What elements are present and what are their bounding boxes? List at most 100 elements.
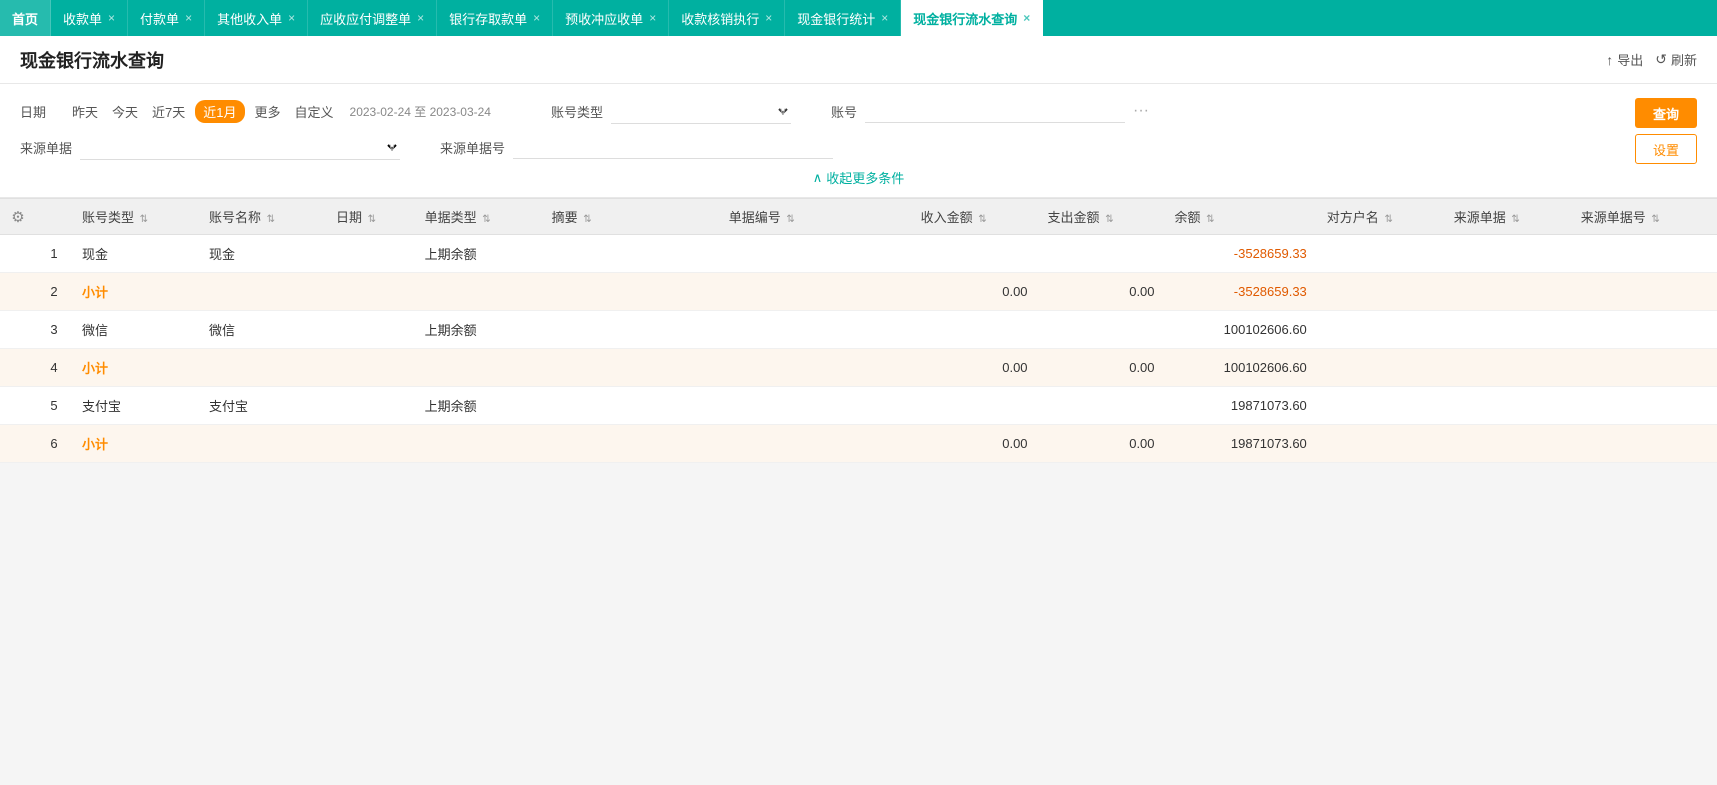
row-source-doc xyxy=(1444,235,1571,273)
row-settings xyxy=(0,387,36,425)
source-doc-select[interactable] xyxy=(80,134,400,160)
row-income xyxy=(911,387,1038,425)
col-account-name[interactable]: 账号名称 ⇅ xyxy=(199,199,326,235)
close-icon[interactable]: × xyxy=(417,11,424,25)
nav-item-payments[interactable]: 付款单 × xyxy=(128,0,205,36)
col-account-type[interactable]: 账号类型 ⇅ xyxy=(72,199,199,235)
query-button[interactable]: 查询 xyxy=(1635,98,1697,128)
nav-item-receivable-adj[interactable]: 应收应付调整单 × xyxy=(308,0,437,36)
page-header: 现金银行流水查询 ↑ 导出 ↺ 刷新 xyxy=(0,36,1717,84)
date-option-more[interactable]: 更多 xyxy=(251,100,285,123)
row-summary xyxy=(542,349,719,387)
row-account-name: 微信 xyxy=(199,311,326,349)
close-icon[interactable]: × xyxy=(288,11,295,25)
row-source-doc-no xyxy=(1571,311,1717,349)
date-option-yesterday[interactable]: 昨天 xyxy=(68,100,102,123)
row-doc-no xyxy=(719,273,911,311)
row-source-doc-no xyxy=(1571,425,1717,463)
close-icon[interactable]: × xyxy=(1023,11,1030,25)
nav-item-other-income[interactable]: 其他收入单 × xyxy=(205,0,308,36)
row-summary xyxy=(542,387,719,425)
row-summary xyxy=(542,425,719,463)
row-source-doc-no xyxy=(1571,349,1717,387)
row-doc-type: 上期余额 xyxy=(415,235,542,273)
row-counter-party xyxy=(1317,425,1444,463)
date-option-1month[interactable]: 近1月 xyxy=(195,100,244,123)
col-settings[interactable]: ⚙ xyxy=(0,199,36,235)
export-icon: ↑ xyxy=(1606,52,1613,68)
close-icon[interactable]: × xyxy=(533,11,540,25)
export-button[interactable]: ↑ 导出 xyxy=(1606,50,1643,69)
row-doc-type xyxy=(415,273,542,311)
row-account-type: 支付宝 xyxy=(72,387,199,425)
nav-item-bank-deposit[interactable]: 银行存取款单 × xyxy=(437,0,553,36)
table-header-row: ⚙ 账号类型 ⇅ 账号名称 ⇅ 日期 ⇅ 单据类型 ⇅ xyxy=(0,199,1717,235)
close-icon[interactable]: × xyxy=(765,11,772,25)
col-doc-no[interactable]: 单据编号 ⇅ xyxy=(719,199,911,235)
account-type-select[interactable] xyxy=(611,98,791,124)
col-source-doc-no[interactable]: 来源单据号 ⇅ xyxy=(1571,199,1717,235)
nav-item-bank-stats[interactable]: 现金银行统计 × xyxy=(785,0,901,36)
row-settings xyxy=(0,425,36,463)
row-date xyxy=(326,273,415,311)
nav-item-collect-exec[interactable]: 收款核销执行 × xyxy=(669,0,785,36)
row-date xyxy=(326,425,415,463)
source-doc-no-input[interactable] xyxy=(513,135,833,159)
sort-icon: ⇅ xyxy=(786,214,794,225)
col-counter-party[interactable]: 对方户名 ⇅ xyxy=(1317,199,1444,235)
close-icon[interactable]: × xyxy=(881,11,888,25)
close-icon[interactable]: × xyxy=(649,11,656,25)
collapse-up-icon: ∧ xyxy=(813,170,823,186)
row-source-doc xyxy=(1444,425,1571,463)
col-source-doc[interactable]: 来源单据 ⇅ xyxy=(1444,199,1571,235)
account-type-label: 账号类型 xyxy=(551,102,603,121)
account-type-select-wrapper xyxy=(611,98,791,124)
row-index: 1 xyxy=(36,235,72,273)
col-summary[interactable]: 摘要 ⇅ xyxy=(542,199,719,235)
row-counter-party xyxy=(1317,349,1444,387)
row-counter-party xyxy=(1317,387,1444,425)
account-dots-icon[interactable]: ··· xyxy=(1133,102,1149,120)
table-body: 1现金现金上期余额-3528659.332小计0.000.00-3528659.… xyxy=(0,235,1717,463)
row-date xyxy=(326,235,415,273)
date-option-today[interactable]: 今天 xyxy=(108,100,142,123)
refresh-button[interactable]: ↺ 刷新 xyxy=(1655,50,1697,69)
close-icon[interactable]: × xyxy=(108,11,115,25)
row-balance: 100102606.60 xyxy=(1165,311,1317,349)
row-settings xyxy=(0,349,36,387)
nav-item-bank-flow[interactable]: 现金银行流水查询 × xyxy=(901,0,1043,36)
sort-icon: ⇅ xyxy=(482,214,490,225)
page-title: 现金银行流水查询 xyxy=(20,47,164,73)
close-icon[interactable]: × xyxy=(185,11,192,25)
col-expense[interactable]: 支出金额 ⇅ xyxy=(1038,199,1165,235)
date-option-custom[interactable]: 自定义 xyxy=(291,100,338,123)
table-settings-icon[interactable]: ⚙ xyxy=(11,209,24,226)
col-balance[interactable]: 余额 ⇅ xyxy=(1165,199,1317,235)
date-range-text: 2023-02-24 至 2023-03-24 xyxy=(350,103,491,120)
col-date[interactable]: 日期 ⇅ xyxy=(326,199,415,235)
top-navigation: 首页 收款单 × 付款单 × 其他收入单 × 应收应付调整单 × 银行存取款单 … xyxy=(0,0,1717,36)
sort-icon: ⇅ xyxy=(140,214,148,225)
table-row: 5支付宝支付宝上期余额19871073.60 xyxy=(0,387,1717,425)
collapse-bar[interactable]: ∧ 收起更多条件 xyxy=(20,164,1697,187)
settings-button[interactable]: 设置 xyxy=(1635,134,1697,164)
row-index: 2 xyxy=(36,273,72,311)
col-income[interactable]: 收入金额 ⇅ xyxy=(911,199,1038,235)
refresh-icon: ↺ xyxy=(1655,51,1667,68)
date-option-7days[interactable]: 近7天 xyxy=(148,100,189,123)
nav-item-advance-offset[interactable]: 预收冲应收单 × xyxy=(553,0,669,36)
nav-item-home[interactable]: 首页 xyxy=(0,0,51,36)
sort-icon: ⇅ xyxy=(1206,214,1214,225)
row-balance: -3528659.33 xyxy=(1165,235,1317,273)
col-doc-type[interactable]: 单据类型 ⇅ xyxy=(415,199,542,235)
row-balance: -3528659.33 xyxy=(1165,273,1317,311)
nav-item-receipts[interactable]: 收款单 × xyxy=(51,0,128,36)
row-balance: 19871073.60 xyxy=(1165,387,1317,425)
filter-source-row: 来源单据 来源单据号 xyxy=(20,134,1635,160)
sort-icon: ⇅ xyxy=(1384,214,1392,225)
row-source-doc-no xyxy=(1571,387,1717,425)
row-date xyxy=(326,349,415,387)
row-account-type: 微信 xyxy=(72,311,199,349)
row-account-name: 支付宝 xyxy=(199,387,326,425)
account-input[interactable] xyxy=(865,99,1125,123)
